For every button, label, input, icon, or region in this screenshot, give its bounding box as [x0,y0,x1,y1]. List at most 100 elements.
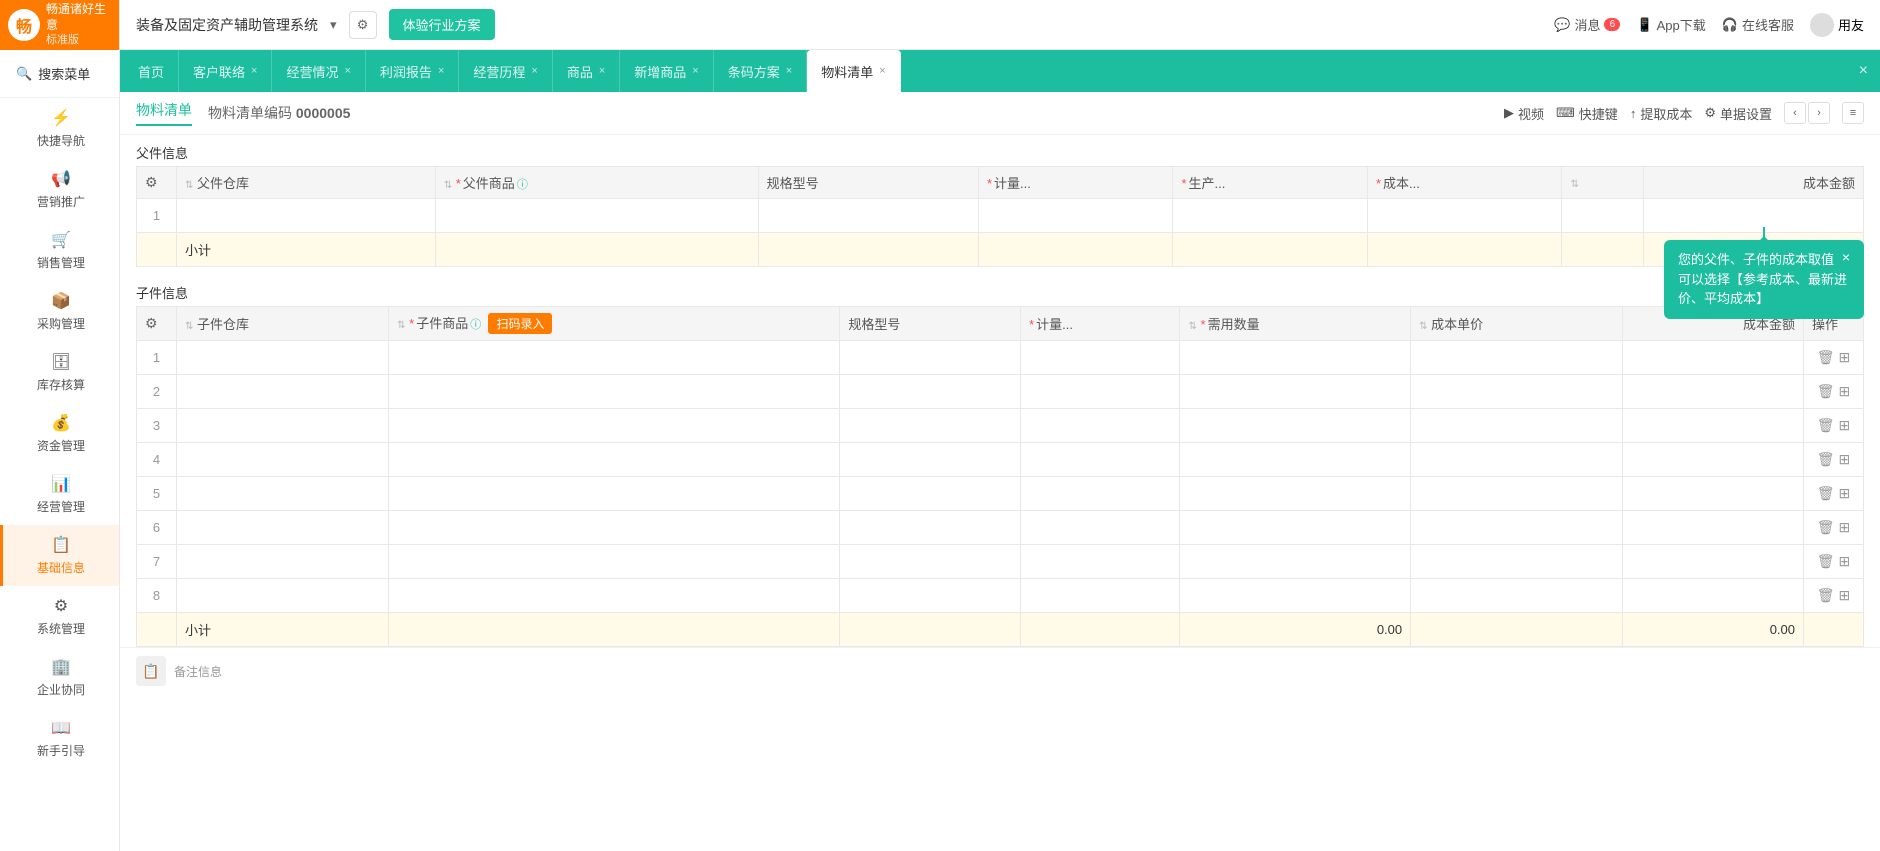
gear-button[interactable]: ⚙ [349,11,377,39]
nav-tab-close-icon[interactable]: × [251,65,257,77]
shortcut-action[interactable]: ⌨ 快捷键 [1556,104,1618,123]
parent-row-1-cost[interactable] [1367,199,1562,233]
nav-tab-利润报告[interactable]: 利润报告× [366,50,459,92]
extract-cost-action[interactable]: ↑ 提取成本 [1630,104,1693,123]
nav-tab-close-icon[interactable]: × [344,65,350,77]
child-row-5-needed-qty[interactable] [1180,477,1411,511]
nav-tab-物料清单[interactable]: 物料清单× [807,50,900,92]
child-row-1-needed-qty[interactable] [1180,341,1411,375]
child-row-5-warehouse[interactable] [177,477,389,511]
child-row-8-spec[interactable] [840,579,1021,613]
child-row-2-amount[interactable] [1623,375,1804,409]
nav-tab-close-icon[interactable]: × [438,65,444,77]
search-menu-button[interactable]: 🔍 搜索菜单 [8,58,111,89]
sidebar-search-area[interactable]: 🔍 搜索菜单 [0,50,119,98]
child-row-5-delete-icon[interactable]: 🗑 [1817,485,1835,502]
nav-tab-close-icon[interactable]: × [531,65,537,77]
child-row-2-warehouse[interactable] [177,375,389,409]
child-row-3-needed-qty[interactable] [1180,409,1411,443]
system-dropdown[interactable]: ▾ [330,17,337,33]
child-row-3-delete-icon[interactable]: 🗑 [1817,417,1835,434]
child-row-7-product[interactable] [389,545,840,579]
child-col-product[interactable]: ⇅ *子件商品ⓘ 扫码录入 [389,307,840,341]
child-row-3-unit[interactable] [1021,409,1180,443]
child-row-3-unit-cost[interactable] [1411,409,1623,443]
child-row-4-warehouse[interactable] [177,443,389,477]
child-row-6-spec[interactable] [840,511,1021,545]
child-row-3-copy-icon[interactable]: ⊞ [1839,417,1851,434]
parent-col-warehouse[interactable]: ⇅ 父件仓库 [177,167,436,199]
child-row-2-unit[interactable] [1021,375,1180,409]
experience-button[interactable]: 体验行业方案 [389,9,495,40]
sub-tab-bom[interactable]: 物料清单 [136,100,192,126]
child-row-7-delete-icon[interactable]: 🗑 [1817,553,1835,570]
child-row-8-warehouse[interactable] [177,579,389,613]
child-row-7-copy-icon[interactable]: ⊞ [1839,553,1851,570]
child-row-6-unit[interactable] [1021,511,1180,545]
nav-tab-close-icon[interactable]: × [692,65,698,77]
child-row-1-delete-icon[interactable]: 🗑 [1817,349,1835,366]
child-row-6-product[interactable] [389,511,840,545]
parent-row-1-product[interactable] [435,199,758,233]
child-row-7-warehouse[interactable] [177,545,389,579]
child-row-2-product[interactable] [389,375,840,409]
sidebar-item-sales[interactable]: 🛒 销售管理 [0,220,119,281]
child-row-2-spec[interactable] [840,375,1021,409]
child-row-8-unit-cost[interactable] [1411,579,1623,613]
child-row-3-spec[interactable] [840,409,1021,443]
sidebar-item-system[interactable]: ⚙ 系统管理 [0,586,119,647]
nav-tab-close-icon[interactable]: × [786,65,792,77]
child-row-4-needed-qty[interactable] [1180,443,1411,477]
child-row-8-needed-qty[interactable] [1180,579,1411,613]
child-col-warehouse[interactable]: ⇅ 子件仓库 [177,307,389,341]
child-row-6-copy-icon[interactable]: ⊞ [1839,519,1851,536]
bottom-action-icon[interactable]: 📋 [136,656,166,686]
prev-arrow[interactable]: ‹ [1784,102,1806,124]
online-service-button[interactable]: 🎧 在线客服 [1722,15,1794,34]
child-row-4-amount[interactable] [1623,443,1804,477]
child-col-settings[interactable]: ⚙ [137,307,177,341]
next-arrow[interactable]: › [1808,102,1830,124]
child-row-5-product[interactable] [389,477,840,511]
child-row-1-product[interactable] [389,341,840,375]
child-row-2-delete-icon[interactable]: 🗑 [1817,383,1835,400]
child-row-4-unit-cost[interactable] [1411,443,1623,477]
child-row-6-warehouse[interactable] [177,511,389,545]
child-row-1-copy-icon[interactable]: ⊞ [1839,349,1851,366]
child-row-5-spec[interactable] [840,477,1021,511]
parent-row-1-warehouse[interactable] [177,199,436,233]
nav-tab-close-icon[interactable]: × [599,65,605,77]
close-all-tabs-button[interactable]: × [1851,62,1876,80]
child-row-1-spec[interactable] [840,341,1021,375]
parent-row-1-spec[interactable] [758,199,978,233]
parent-col-settings[interactable]: ⚙ [137,167,177,199]
child-row-3-warehouse[interactable] [177,409,389,443]
child-row-7-spec[interactable] [840,545,1021,579]
tooltip-close-button[interactable]: × [1842,250,1850,264]
child-row-5-unit[interactable] [1021,477,1180,511]
nav-tab-首页[interactable]: 首页 [124,50,179,92]
child-row-1-unit[interactable] [1021,341,1180,375]
sidebar-item-quick-nav[interactable]: ⚡ 快捷导航 [0,98,119,159]
child-row-5-copy-icon[interactable]: ⊞ [1839,485,1851,502]
parent-row-1-amount[interactable] [1643,199,1863,233]
child-row-4-spec[interactable] [840,443,1021,477]
parent-row-1-produce[interactable] [1173,199,1368,233]
child-row-5-unit-cost[interactable] [1411,477,1623,511]
scan-input-button[interactable]: 扫码录入 [488,313,552,334]
parent-col-product[interactable]: ⇅ *父件商品ⓘ [435,167,758,199]
grid-view-button[interactable]: ≡ [1842,102,1864,124]
child-row-4-delete-icon[interactable]: 🗑 [1817,451,1835,468]
child-row-8-product[interactable] [389,579,840,613]
child-row-4-copy-icon[interactable]: ⊞ [1839,451,1851,468]
nav-tab-经营情况[interactable]: 经营情况× [272,50,365,92]
sidebar-item-guide[interactable]: 📖 新手引导 [0,708,119,769]
sidebar-item-inventory[interactable]: 🗄 库存核算 [0,342,119,403]
child-row-7-unit[interactable] [1021,545,1180,579]
child-row-2-needed-qty[interactable] [1180,375,1411,409]
child-row-3-amount[interactable] [1623,409,1804,443]
single-settings-action[interactable]: ⚙ 单据设置 [1704,104,1772,123]
app-download-button[interactable]: 📱 App下载 [1636,15,1705,34]
child-row-8-delete-icon[interactable]: 🗑 [1817,587,1835,604]
child-row-3-product[interactable] [389,409,840,443]
